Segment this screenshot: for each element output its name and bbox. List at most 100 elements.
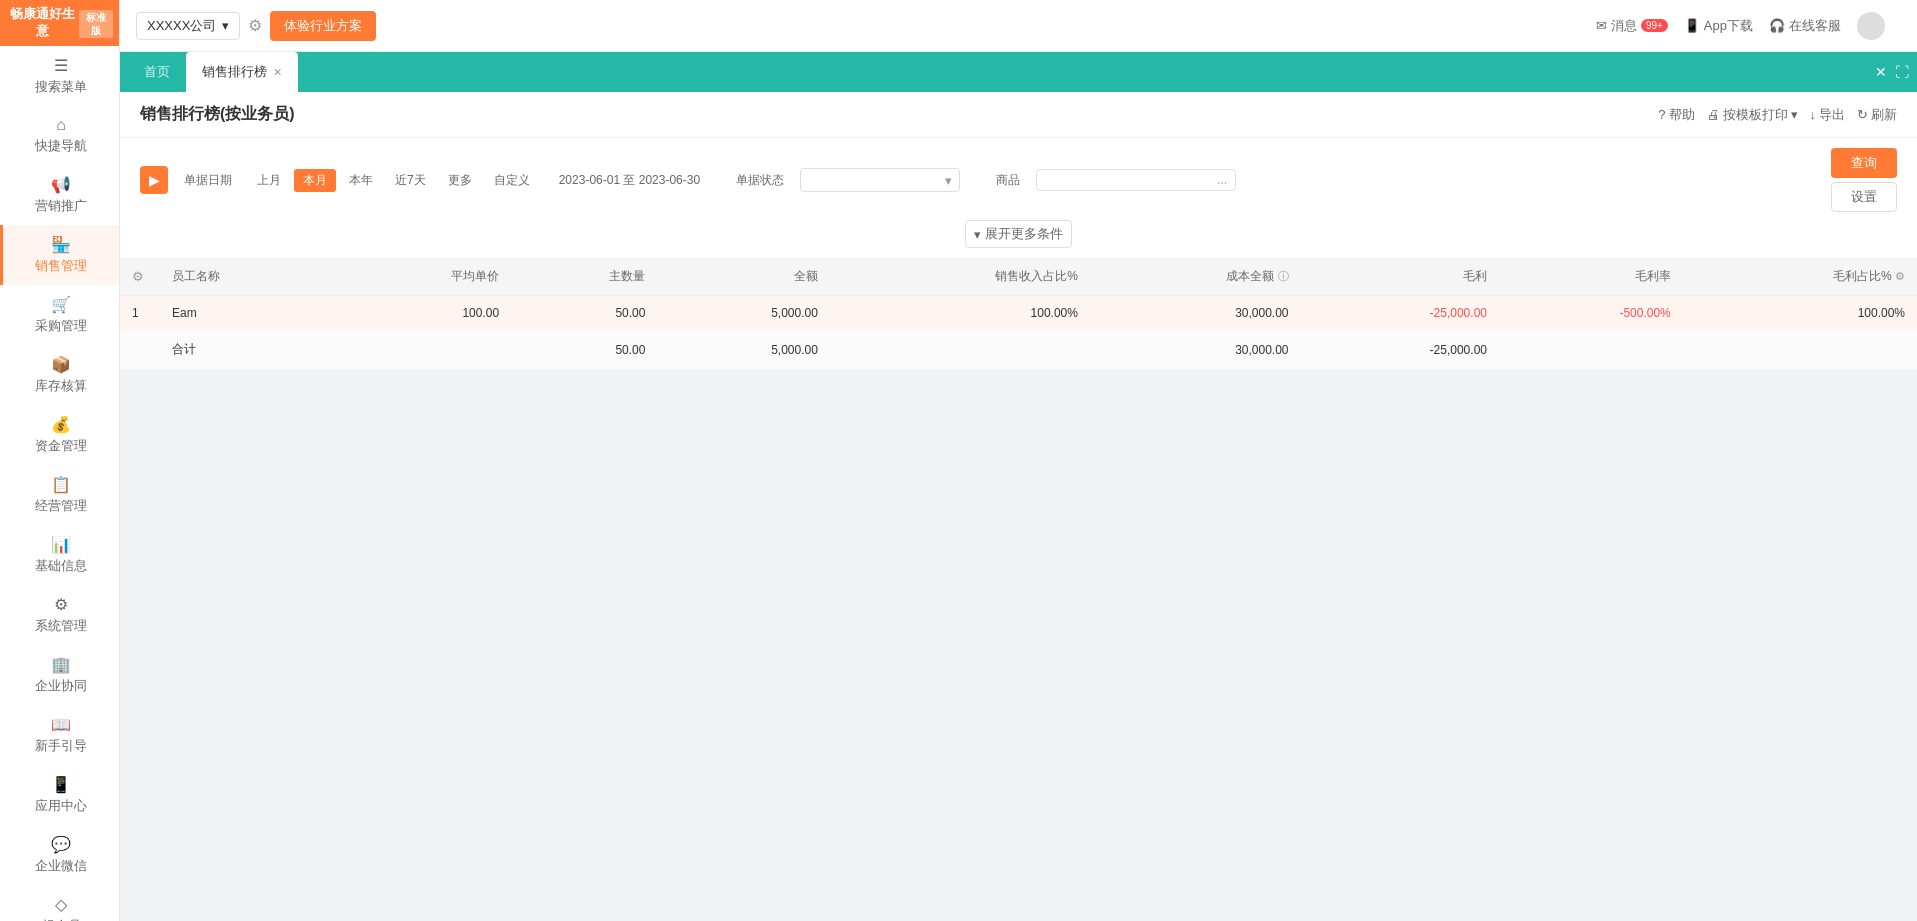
status-select[interactable] [800,168,960,192]
sidebar-item-search[interactable]: ☰ 搜索菜单 [0,46,119,106]
sidebar-item-purchase[interactable]: 🛒 采购管理 [0,285,119,345]
th-gross: 毛利 [1301,258,1499,296]
th-qty: 主数量 [511,258,657,296]
print-label: 按模板打印 [1723,106,1788,124]
avatar[interactable] [1857,12,1885,40]
content: 销售排行榜(按业务员) ? 帮助 🖨 按模板打印 ▾ ↓ 导出 ↻ 刷新 [120,92,1917,921]
sidebar-item-sales[interactable]: 🏪 销售管理 [0,225,119,285]
sidebar-item-member[interactable]: ◇ 畅会员 [0,885,119,921]
main-area: XXXXX公司 ▾ ⚙ 体验行业方案 ✉ 消息 99+ 📱 App下载 🎧 在线… [120,0,1917,921]
td-gross-ratio: 100.00% [1683,296,1917,331]
footer-row: 合计 50.00 5,000.00 30,000.00 -25,000.00 [120,331,1917,369]
sidebar-item-label: 企业协同 [35,677,87,695]
sidebar-item-operations[interactable]: 📋 经营管理 [0,465,119,525]
date-tab-more[interactable]: 更多 [439,169,481,192]
industry-btn[interactable]: 体验行业方案 [270,11,376,41]
tab-sales-rank[interactable]: 销售排行榜 ✕ [186,52,298,92]
date-filter-label: 单据日期 [184,172,232,189]
sidebar-item-label: 销售管理 [35,257,87,275]
message-badge: 99+ [1641,19,1668,32]
marketing-icon: 📢 [51,175,71,194]
inventory-icon: 📦 [51,355,71,374]
date-tab-thisyear[interactable]: 本年 [340,169,382,192]
td-avg-price: 100.00 [336,296,512,331]
sidebar-item-quicknav[interactable]: ⌂ 快捷导航 [0,106,119,165]
td-rank: 1 [120,296,160,331]
filter-expand-arrow[interactable]: ▶ [140,166,168,194]
expand-row: ▾ 展开更多条件 [140,220,1897,248]
help-icon: ? [1658,107,1665,122]
ops-icon: 📋 [51,475,71,494]
settings-button[interactable]: 设置 [1831,182,1897,212]
sidebar-item-finance[interactable]: 💰 资金管理 [0,405,119,465]
cost-info-icon: ⓘ [1278,270,1289,282]
filter-section: ▶ 单据日期 上月 本月 本年 近7天 更多 自定义 2023-06-01 至 … [120,138,1917,258]
tab-expand-icon[interactable]: ⛶ [1895,64,1909,80]
date-tab-7days[interactable]: 近7天 [386,169,435,192]
goods-filter-label: 商品 [996,172,1020,189]
date-tab-lastmonth[interactable]: 上月 [248,169,290,192]
logo-tag: 标准版 [79,10,113,38]
date-tab-custom[interactable]: 自定义 [485,169,539,192]
app-download-item[interactable]: 📱 App下载 [1684,17,1753,35]
footer-gross-ratio [1683,331,1917,369]
topbar: XXXXX公司 ▾ ⚙ 体验行业方案 ✉ 消息 99+ 📱 App下载 🎧 在线… [120,0,1917,52]
sidebar-item-system[interactable]: ⚙ 系统管理 [0,585,119,645]
th-gross-rate: 毛利率 [1499,258,1683,296]
gross-ratio-info-icon: ⚙ [1895,270,1905,282]
topbar-settings-icon[interactable]: ⚙ [248,16,262,35]
page-header: 销售排行榜(按业务员) ? 帮助 🖨 按模板打印 ▾ ↓ 导出 ↻ 刷新 [120,92,1917,138]
expand-more-btn[interactable]: ▾ 展开更多条件 [965,220,1072,248]
th-gear[interactable]: ⚙ [120,258,160,296]
sidebar-item-label: 企业微信 [35,857,87,875]
refresh-action[interactable]: ↻ 刷新 [1857,106,1897,124]
sidebar-item-label: 资金管理 [35,437,87,455]
export-label: 导出 [1819,106,1845,124]
footer-qty: 50.00 [511,331,657,369]
export-action[interactable]: ↓ 导出 [1810,106,1846,124]
filter-right-actions: 查询 设置 [1831,148,1897,212]
logo-text: 畅康通好生意 [6,6,79,40]
tab-close-icon[interactable]: ✕ [273,66,282,79]
tabbar-actions: ✕ ⛶ [1875,64,1909,80]
online-service-item[interactable]: 🎧 在线客服 [1769,17,1841,35]
td-gross-rate: -500.00% [1499,296,1683,331]
sidebar-item-label: 库存核算 [35,377,87,395]
print-action[interactable]: 🖨 按模板打印 ▾ [1707,106,1798,124]
tab-home[interactable]: 首页 [128,52,186,92]
sidebar-item-inventory[interactable]: 📦 库存核算 [0,345,119,405]
sidebar-item-basic[interactable]: 📊 基础信息 [0,525,119,585]
topbar-right: ✉ 消息 99+ 📱 App下载 🎧 在线客服 [1596,12,1901,40]
table-header-row: ⚙ 员工名称 平均单价 主数量 全额 销售收入占比% 成本全额 ⓘ 毛利 毛利率… [120,258,1917,296]
footer-label: 合计 [160,331,336,369]
sidebar-item-label: 搜索菜单 [35,78,87,96]
date-tab-thismonth[interactable]: 本月 [294,169,336,192]
td-cost: 30,000.00 [1090,296,1301,331]
sidebar-item-enterprise[interactable]: 🏢 企业协同 [0,645,119,705]
goods-more-icon[interactable]: ... [1217,173,1227,187]
print-chevron-icon: ▾ [1791,107,1798,122]
goods-input[interactable] [1045,173,1213,187]
search-icon: ☰ [54,56,68,75]
sidebar-item-app[interactable]: 📱 应用中心 [0,765,119,825]
company-selector[interactable]: XXXXX公司 ▾ [136,12,240,40]
gear-icon[interactable]: ⚙ [132,269,144,284]
page-actions: ? 帮助 🖨 按模板打印 ▾ ↓ 导出 ↻ 刷新 [1658,106,1897,124]
headset-icon: 🎧 [1769,18,1785,33]
sidebar-item-guide[interactable]: 📖 新手引导 [0,705,119,765]
member-icon: ◇ [55,895,67,914]
help-action[interactable]: ? 帮助 [1658,106,1694,124]
sidebar-item-label: 营销推广 [35,197,87,215]
footer-cost: 30,000.00 [1090,331,1301,369]
query-button[interactable]: 查询 [1831,148,1897,178]
chevron-down-icon: ▾ [974,227,981,242]
td-gross: -25,000.00 [1301,296,1499,331]
footer-sales-ratio [830,331,1090,369]
finance-icon: 💰 [51,415,71,434]
print-icon: 🖨 [1707,107,1720,122]
sidebar-item-marketing[interactable]: 📢 营销推广 [0,165,119,225]
message-item[interactable]: ✉ 消息 99+ [1596,17,1668,35]
tab-close-all-icon[interactable]: ✕ [1875,64,1887,80]
sidebar-item-wechat[interactable]: 💬 企业微信 [0,825,119,885]
enterprise-icon: 🏢 [51,655,71,674]
